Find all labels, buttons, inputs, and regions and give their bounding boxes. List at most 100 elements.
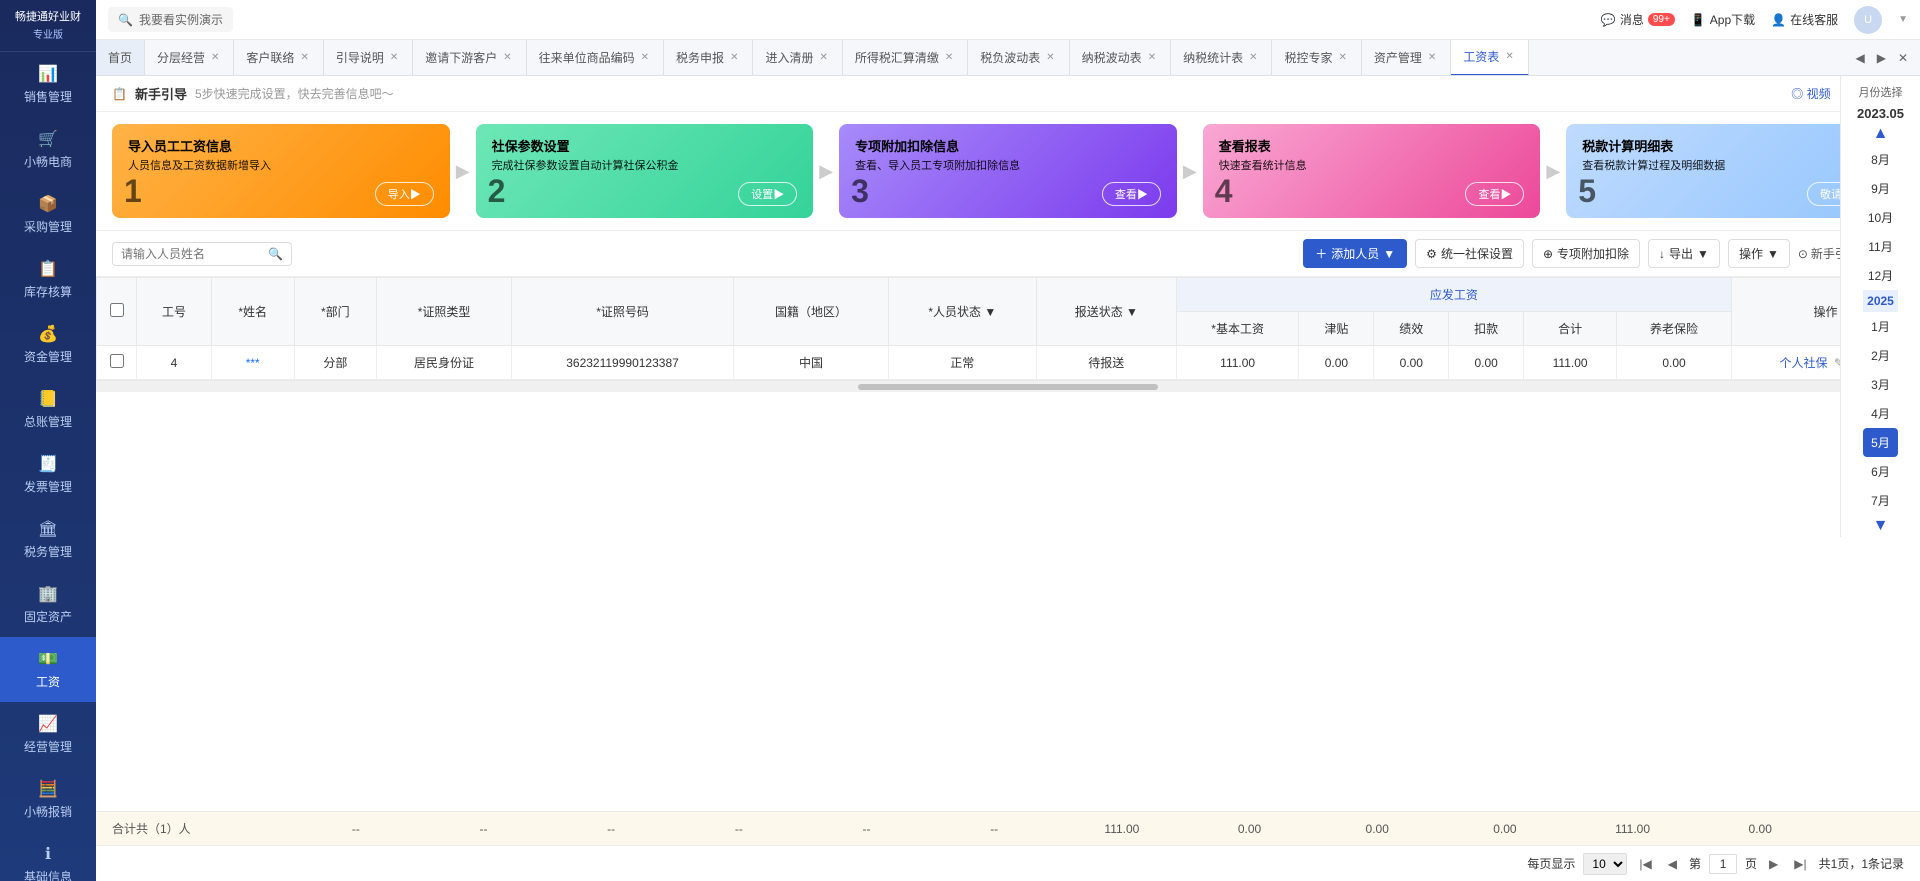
last-page-btn[interactable]: ▶| — [1790, 855, 1810, 873]
tab-close-5[interactable]: ✕ — [639, 52, 651, 63]
sidebar-item-发票管理[interactable]: 🧾发票管理 — [0, 442, 96, 507]
cell-pension-0: 0.00 — [1617, 346, 1732, 380]
tab-nav-left[interactable]: ◀ — [1851, 49, 1868, 67]
user-avatar[interactable]: U — [1854, 6, 1882, 34]
tab-客户联络[interactable]: 客户联络✕ — [234, 40, 323, 76]
step-btn-3[interactable]: 查看▶ — [1102, 174, 1161, 206]
toolbar-right: ＋ 添加人员 ▼ ⚙ 统一社保设置 ⊕ 专项附加扣除 ↓ 导出 ▼ 操作 ▼ — [1303, 239, 1904, 268]
scrollbar-thumb[interactable] — [858, 384, 1158, 390]
month-picker-down[interactable]: ▼ — [1871, 515, 1891, 537]
select-all-checkbox[interactable] — [110, 303, 124, 317]
step-btn-2[interactable]: 设置▶ — [738, 174, 797, 206]
special-deduction-btn[interactable]: ⊕ 专项附加扣除 — [1532, 239, 1640, 268]
unified-setting-btn[interactable]: ⚙ 统一社保设置 — [1415, 239, 1524, 268]
tab-close-2[interactable]: ✕ — [298, 52, 310, 63]
tab-close-10[interactable]: ✕ — [1146, 52, 1158, 63]
sidebar-item-小畅电商[interactable]: 🛒小畅电商 — [0, 117, 96, 182]
tab-税控专家[interactable]: 税控专家✕ — [1272, 40, 1361, 76]
table-scrollbar[interactable] — [96, 380, 1920, 392]
tab-close-12[interactable]: ✕ — [1337, 52, 1349, 63]
search-input[interactable] — [121, 247, 264, 261]
tab-close-4[interactable]: ✕ — [501, 52, 513, 63]
header-search[interactable]: 🔍 我要看实例演示 — [108, 7, 233, 32]
tab-邀请下游客户[interactable]: 邀请下游客户✕ — [413, 40, 526, 76]
month-item-10月[interactable]: 10月 — [1863, 203, 1898, 232]
month-item-2025[interactable]: 2025 — [1863, 290, 1898, 312]
sidebar-item-基础信息[interactable]: ℹ基础信息 — [0, 832, 96, 881]
tab-close-all[interactable]: ✕ — [1894, 49, 1912, 67]
tab-所得税汇算清缴[interactable]: 所得税汇算清缴✕ — [843, 40, 968, 76]
tab-close-14[interactable]: ✕ — [1503, 51, 1515, 62]
tab-close-6[interactable]: ✕ — [728, 52, 740, 63]
add-dropdown-arrow[interactable]: ▼ — [1383, 247, 1395, 261]
tab-资产管理[interactable]: 资产管理✕ — [1362, 40, 1451, 76]
month-item-2月[interactable]: 2月 — [1863, 341, 1898, 370]
col-header-status: *人员状态 ▼ — [888, 278, 1036, 346]
month-item-11月[interactable]: 11月 — [1863, 232, 1898, 261]
sidebar-item-采购管理[interactable]: 📦采购管理 — [0, 182, 96, 247]
sidebar-item-税务管理[interactable]: 🏛税务管理 — [0, 507, 96, 572]
tab-纳税统计表[interactable]: 纳税统计表✕ — [1171, 40, 1272, 76]
sidebar-item-资金管理[interactable]: 💰资金管理 — [0, 312, 96, 377]
sidebar-item-经营管理[interactable]: 📈经营管理 — [0, 702, 96, 767]
sidebar-item-库存核算[interactable]: 📋库存核算 — [0, 247, 96, 312]
step-btn-1[interactable]: 导入▶ — [375, 174, 434, 206]
message-btn[interactable]: 💬 消息 99+ — [1601, 11, 1675, 28]
add-person-button[interactable]: ＋ 添加人员 ▼ — [1303, 239, 1407, 268]
tab-close-3[interactable]: ✕ — [388, 52, 400, 63]
op-personal-social-0[interactable]: 个人社保 — [1779, 356, 1827, 370]
tab-close-7[interactable]: ✕ — [817, 52, 829, 63]
month-item-3月[interactable]: 3月 — [1863, 370, 1898, 399]
tab-close-1[interactable]: ✕ — [209, 52, 221, 63]
month-picker-up[interactable]: ▲ — [1871, 123, 1891, 145]
sidebar-item-总账管理[interactable]: 📒总账管理 — [0, 377, 96, 442]
month-item-6月[interactable]: 6月 — [1863, 457, 1898, 486]
tab-首页[interactable]: 首页 — [96, 40, 145, 76]
first-page-btn[interactable]: |◀ — [1635, 855, 1655, 873]
operate-btn[interactable]: 操作 ▼ — [1728, 239, 1790, 268]
export-dropdown-arrow[interactable]: ▼ — [1697, 247, 1709, 261]
tab-close-11[interactable]: ✕ — [1247, 52, 1259, 63]
tab-工资表[interactable]: 工资表✕ — [1451, 40, 1528, 76]
message-icon: 💬 — [1601, 13, 1616, 27]
tab-税负波动表[interactable]: 税负波动表✕ — [968, 40, 1069, 76]
step-btn-4[interactable]: 查看▶ — [1465, 174, 1524, 206]
tab-nav-right[interactable]: ▶ — [1873, 49, 1890, 67]
col-header-nationality: 国籍（地区） — [734, 278, 889, 346]
month-item-12月[interactable]: 12月 — [1863, 261, 1898, 290]
month-item-9月[interactable]: 9月 — [1863, 174, 1898, 203]
sidebar-item-固定资产[interactable]: 🏢固定资产 — [0, 572, 96, 637]
tab-引导说明[interactable]: 引导说明✕ — [324, 40, 413, 76]
next-page-btn[interactable]: ▶ — [1765, 855, 1782, 873]
sidebar-item-小畅报销[interactable]: 🧮小畅报销 — [0, 767, 96, 832]
tab-分层经营[interactable]: 分层经营✕ — [145, 40, 234, 76]
month-item-4月[interactable]: 4月 — [1863, 399, 1898, 428]
tab-nav: ◀ ▶ ✕ — [1843, 49, 1920, 67]
per-page-select[interactable]: 10 20 50 — [1583, 853, 1627, 875]
tab-进入清册[interactable]: 进入清册✕ — [753, 40, 842, 76]
tab-close-9[interactable]: ✕ — [1044, 52, 1056, 63]
tab-close-8[interactable]: ✕ — [943, 52, 955, 63]
operate-dropdown-arrow[interactable]: ▼ — [1767, 247, 1779, 261]
app-download-btn[interactable]: 📱 App下载 — [1691, 11, 1755, 28]
pagination: 每页显示 10 20 50 |◀ ◀ 第 1 页 ▶ ▶| 共1页，1条记录 — [96, 845, 1920, 881]
tab-税务申报[interactable]: 税务申报✕ — [664, 40, 753, 76]
user-dropdown-arrow[interactable]: ▼ — [1898, 14, 1908, 25]
tab-纳税波动表[interactable]: 纳税波动表✕ — [1070, 40, 1171, 76]
guide-video-btn[interactable]: ◎ 视频 — [1791, 85, 1830, 102]
tab-close-13[interactable]: ✕ — [1426, 52, 1438, 63]
online-service-btn[interactable]: 👤 在线客服 — [1771, 11, 1838, 28]
sidebar-item-工资[interactable]: 💵工资 — [0, 637, 96, 702]
footer-dash-4: -- — [675, 822, 803, 836]
prev-page-btn[interactable]: ◀ — [1664, 855, 1681, 873]
search-icon: 🔍 — [268, 247, 283, 261]
export-btn[interactable]: ↓ 导出 ▼ — [1648, 239, 1720, 268]
row-checkbox-0[interactable] — [110, 354, 124, 368]
sidebar-item-销售管理[interactable]: 📊销售管理 — [0, 52, 96, 117]
month-item-5月[interactable]: 5月 — [1863, 428, 1898, 457]
month-item-8月[interactable]: 8月 — [1863, 145, 1898, 174]
search-input-wrap[interactable]: 🔍 — [112, 242, 292, 266]
month-item-1月[interactable]: 1月 — [1863, 312, 1898, 341]
month-item-7月[interactable]: 7月 — [1863, 486, 1898, 515]
tab-往来单位商品编码[interactable]: 往来单位商品编码✕ — [527, 40, 664, 76]
